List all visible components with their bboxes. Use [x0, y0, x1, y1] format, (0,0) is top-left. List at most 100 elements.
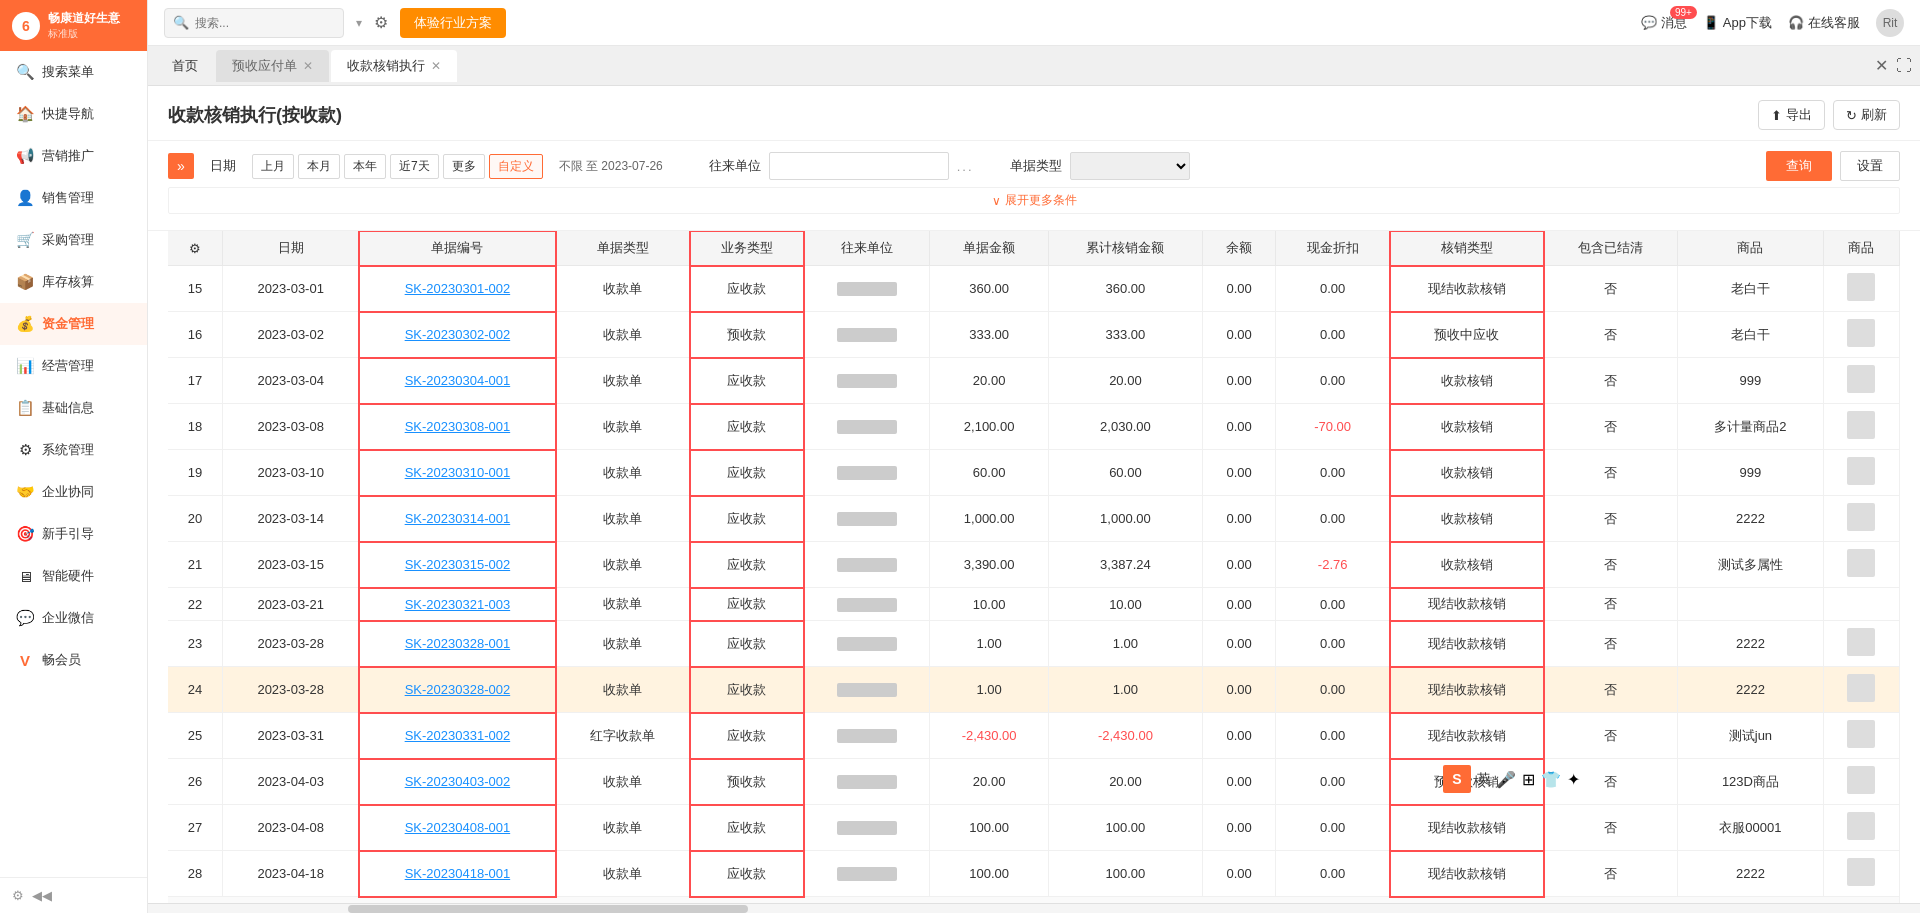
doc-no-link[interactable]: SK-20230408-001 [405, 820, 511, 835]
sidebar-item-guide[interactable]: 🎯 新手引导 [0, 513, 147, 555]
sidebar-item-operation[interactable]: 📊 经营管理 [0, 345, 147, 387]
cell-goods: 多计量商品2 [1678, 404, 1823, 450]
table-container: ⚙ 日期 单据编号 单据类型 业务类型 往来单位 单据金额 累计核销金额 余额 … [148, 231, 1920, 903]
solution-button[interactable]: 体验行业方案 [400, 8, 506, 38]
sidebar-item-quicknav[interactable]: 🏠 快捷导航 [0, 93, 147, 135]
table-body: 15 2023-03-01 SK-20230301-002 收款单 应收款 36… [168, 266, 1900, 897]
cell-accumulated: 1.00 [1048, 667, 1202, 713]
export-button[interactable]: ⬆ 导出 [1758, 100, 1825, 130]
th-balance[interactable]: 余额 [1203, 231, 1276, 266]
query-button[interactable]: 查询 [1766, 151, 1832, 181]
doc-no-link[interactable]: SK-20230403-002 [405, 774, 511, 789]
user-avatar[interactable]: Rit [1876, 9, 1904, 37]
tab-prepay[interactable]: 预收应付单 ✕ [216, 50, 329, 82]
home-icon: 🏠 [16, 105, 34, 123]
th-biz-type[interactable]: 业务类型 [690, 231, 804, 266]
topbar-search[interactable]: 🔍 [164, 8, 344, 38]
doc-no-link[interactable]: SK-20230331-002 [405, 728, 511, 743]
tab-home[interactable]: 首页 [156, 50, 214, 82]
sidebar-item-search[interactable]: 🔍 搜索菜单 [0, 51, 147, 93]
th-gear[interactable]: ⚙ [168, 231, 222, 266]
sidebar-item-inventory[interactable]: 📦 库存核算 [0, 261, 147, 303]
date-filter-buttons: 上月 本月 本年 近7天 更多 自定义 [252, 154, 543, 179]
doc-no-link[interactable]: SK-20230321-003 [405, 597, 511, 612]
sidebar-item-system[interactable]: ⚙ 系统管理 [0, 429, 147, 471]
th-doc-no[interactable]: 单据编号 [359, 231, 556, 266]
cell-doc-no: SK-20230304-001 [359, 358, 556, 404]
th-partner[interactable]: 往来单位 [804, 231, 930, 266]
table-scrollbar[interactable] [148, 903, 1920, 913]
doc-no-link[interactable]: SK-20230308-001 [405, 419, 511, 434]
doc-no-link[interactable]: SK-20230314-001 [405, 511, 511, 526]
sidebar-item-member[interactable]: V 畅会员 [0, 639, 147, 681]
doc-no-link[interactable]: SK-20230301-002 [405, 281, 511, 296]
sidebar-item-corp[interactable]: 🤝 企业协同 [0, 471, 147, 513]
th-include-settled[interactable]: 包含已结清 [1544, 231, 1678, 266]
cell-goods-img [1823, 450, 1899, 496]
sidebar-item-hardware[interactable]: 🖥 智能硬件 [0, 555, 147, 597]
doc-no-link[interactable]: SK-20230302-002 [405, 327, 511, 342]
th-date[interactable]: 日期 [222, 231, 358, 266]
topbar-gear-icon[interactable]: ⚙ [374, 13, 388, 32]
online-service-button[interactable]: 🎧 在线客服 [1788, 14, 1860, 32]
sidebar-item-sales[interactable]: 👤 销售管理 [0, 177, 147, 219]
cell-seq: 19 [168, 450, 222, 496]
custom-date-button[interactable]: 自定义 [489, 154, 543, 179]
doc-no-link[interactable]: SK-20230328-002 [405, 682, 511, 697]
doc-no-link[interactable]: SK-20230315-002 [405, 557, 511, 572]
cell-accumulated: 360.00 [1048, 266, 1202, 312]
sidebar-item-marketing[interactable]: 📢 营销推广 [0, 135, 147, 177]
th-goods[interactable]: 商品 [1678, 231, 1823, 266]
hardware-icon: 🖥 [16, 567, 34, 585]
cell-accumulated: -2,430.00 [1048, 713, 1202, 759]
tab-close-all-button[interactable]: ✕ [1875, 56, 1888, 75]
th-accumulated[interactable]: 累计核销金额 [1048, 231, 1202, 266]
th-cash-discount[interactable]: 现金折扣 [1276, 231, 1390, 266]
filter-settings-button[interactable]: 设置 [1840, 151, 1900, 181]
th-goods-img[interactable]: 商品 [1823, 231, 1899, 266]
cell-verify-type: 现结收款核销 [1390, 667, 1544, 713]
doc-no-link[interactable]: SK-20230310-001 [405, 465, 511, 480]
topbar-search-input[interactable] [195, 16, 315, 30]
this-year-button[interactable]: 本年 [344, 154, 386, 179]
scrollbar-thumb[interactable] [348, 905, 748, 913]
last-month-button[interactable]: 上月 [252, 154, 294, 179]
th-amount[interactable]: 单据金额 [930, 231, 1048, 266]
cell-include-settled: 否 [1544, 713, 1678, 759]
tab-prepay-close[interactable]: ✕ [303, 59, 313, 73]
sidebar-item-basic[interactable]: 📋 基础信息 [0, 387, 147, 429]
goods-thumbnail [1847, 365, 1875, 393]
sidebar-item-purchase[interactable]: 🛒 采购管理 [0, 219, 147, 261]
refresh-button[interactable]: ↻ 刷新 [1833, 100, 1900, 130]
th-verify-type[interactable]: 核销类型 [1390, 231, 1544, 266]
partner-input[interactable] [769, 152, 949, 180]
this-month-button[interactable]: 本月 [298, 154, 340, 179]
partner-value [837, 637, 897, 651]
cell-doc-type: 收款单 [556, 621, 690, 667]
tab-collection-close[interactable]: ✕ [431, 59, 441, 73]
doc-type-select[interactable] [1070, 152, 1190, 180]
tab-collection[interactable]: 收款核销执行 ✕ [331, 50, 457, 82]
app-download-button[interactable]: 📱 App下载 [1703, 14, 1772, 32]
collapse-icon[interactable]: ◀◀ [32, 888, 52, 903]
last-7days-button[interactable]: 近7天 [390, 154, 439, 179]
topbar-chevron-icon[interactable]: ▾ [356, 16, 362, 30]
sidebar-item-wechat[interactable]: 💬 企业微信 [0, 597, 147, 639]
settings-icon[interactable]: ⚙ [12, 888, 24, 903]
message-button[interactable]: 💬 消息 99+ [1641, 14, 1687, 32]
tab-expand-button[interactable]: ⛶ [1896, 56, 1912, 75]
goods-thumbnail [1847, 411, 1875, 439]
doc-no-link[interactable]: SK-20230418-001 [405, 866, 511, 881]
more-date-button[interactable]: 更多 [443, 154, 485, 179]
th-doc-type[interactable]: 单据类型 [556, 231, 690, 266]
cell-balance: 0.00 [1203, 713, 1276, 759]
cell-partner [804, 266, 930, 312]
doc-no-link[interactable]: SK-20230328-001 [405, 636, 511, 651]
cell-doc-no: SK-20230308-001 [359, 404, 556, 450]
filter-expand-button[interactable]: » [168, 153, 194, 179]
sidebar-item-finance[interactable]: 💰 资金管理 [0, 303, 147, 345]
expand-more-button[interactable]: ∨ 展开更多条件 [168, 187, 1900, 214]
doc-no-link[interactable]: SK-20230304-001 [405, 373, 511, 388]
goods-thumbnail [1847, 549, 1875, 577]
cell-cash-discount: -2.76 [1276, 542, 1390, 588]
